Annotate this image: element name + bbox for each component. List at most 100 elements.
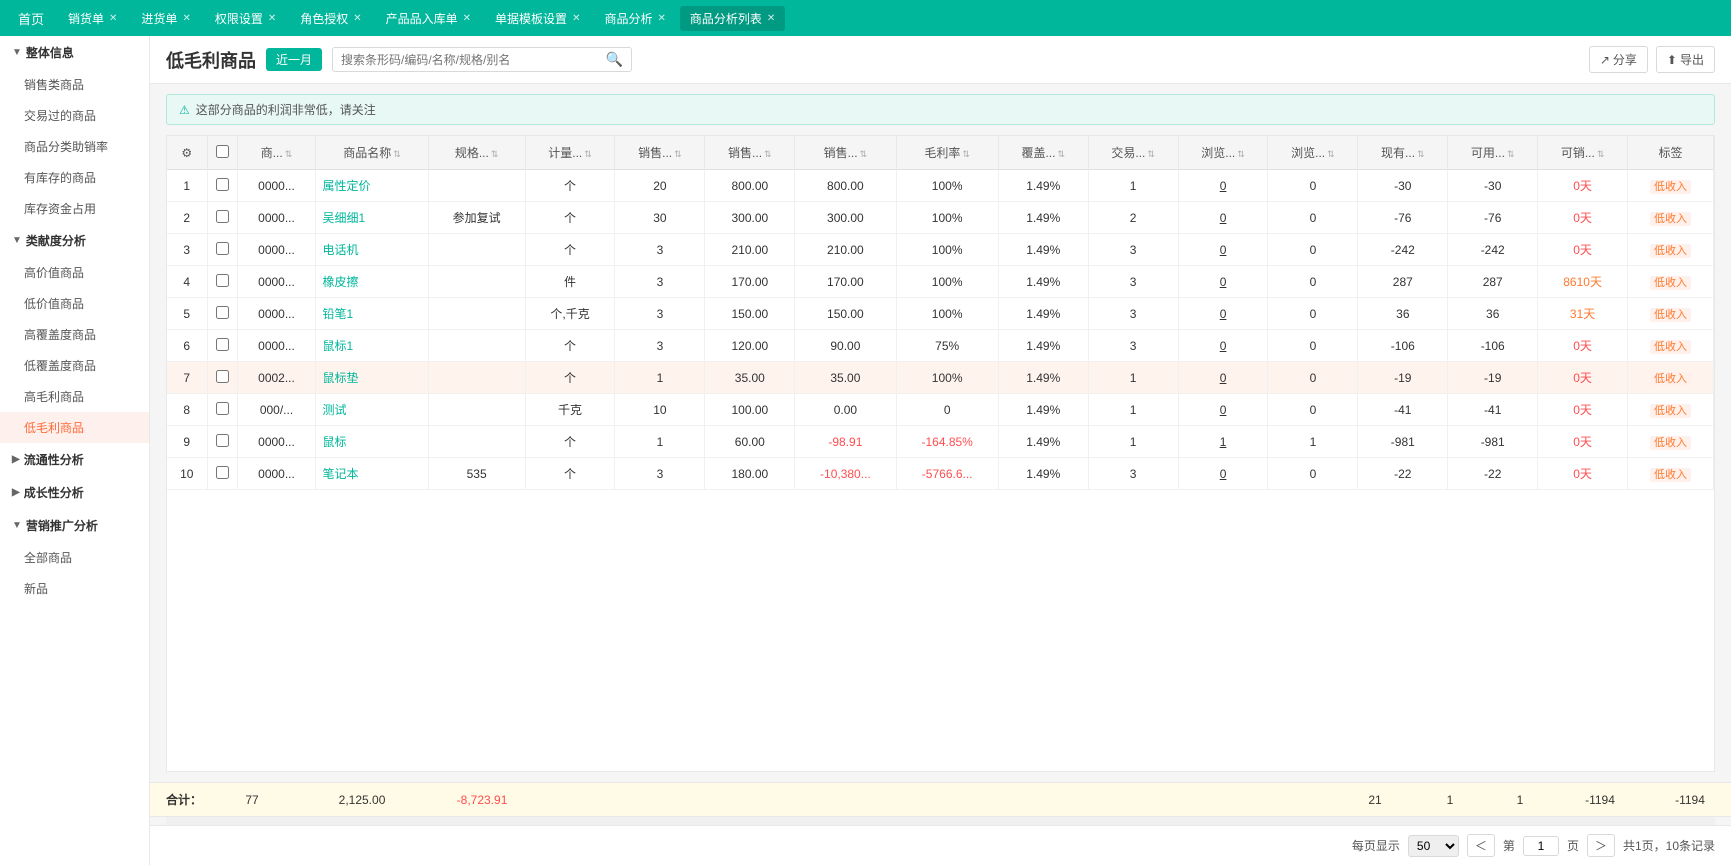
sidebar-item-capital-usage[interactable]: 库存资金占用 — [0, 193, 149, 224]
sort-current[interactable]: ⇅ — [1417, 149, 1425, 159]
view1-link[interactable]: 0 — [1220, 179, 1227, 193]
sidebar-item-high-value[interactable]: 高价值商品 — [0, 257, 149, 288]
view1-link[interactable]: 0 — [1220, 307, 1227, 321]
cell-view1[interactable]: 0 — [1178, 298, 1268, 330]
sidebar-item-high-gross[interactable]: 高毛利商品 — [0, 381, 149, 412]
horizontal-scrollbar[interactable] — [166, 817, 1715, 825]
sidebar-group-contribution[interactable]: ▼ 类献度分析 — [0, 224, 149, 257]
sidebar-item-stock-products[interactable]: 有库存的商品 — [0, 162, 149, 193]
sidebar-group-overall[interactable]: ▼ 整体信息 — [0, 36, 149, 69]
cell-check[interactable] — [207, 202, 237, 234]
th-view2[interactable]: 浏览...⇅ — [1268, 136, 1358, 170]
nav-role[interactable]: 角色授权 ✕ — [290, 6, 371, 31]
cell-view1[interactable]: 0 — [1178, 170, 1268, 202]
sort-unit[interactable]: ⇅ — [584, 149, 592, 159]
cell-check[interactable] — [207, 426, 237, 458]
row-checkbox[interactable] — [216, 178, 229, 191]
cell-name[interactable]: 橡皮擦 — [316, 266, 428, 298]
sort-sales-qty[interactable]: ⇅ — [674, 149, 682, 159]
search-input[interactable] — [341, 53, 606, 67]
cell-name[interactable]: 鼠标 — [316, 426, 428, 458]
sidebar-item-low-gross[interactable]: 低毛利商品 — [0, 412, 149, 443]
th-view1[interactable]: 浏览...⇅ — [1178, 136, 1268, 170]
nav-close-role[interactable]: ✕ — [353, 13, 361, 24]
nav-close-product-analysis-list[interactable]: ✕ — [767, 13, 775, 24]
next-page-button[interactable]: ＞ — [1587, 834, 1615, 857]
nav-product-analysis[interactable]: 商品分析 ✕ — [594, 6, 675, 31]
sort-spec[interactable]: ⇅ — [491, 149, 499, 159]
th-spec[interactable]: 规格...⇅ — [428, 136, 525, 170]
th-cover-rate[interactable]: 覆盖...⇅ — [998, 136, 1088, 170]
share-button[interactable]: ↗ 分享 — [1589, 46, 1648, 73]
row-checkbox[interactable] — [216, 402, 229, 415]
cell-name[interactable]: 笔记本 — [316, 458, 428, 490]
cell-check[interactable] — [207, 234, 237, 266]
row-checkbox[interactable] — [216, 370, 229, 383]
sort-code[interactable]: ⇅ — [285, 149, 293, 159]
sort-view1[interactable]: ⇅ — [1237, 149, 1245, 159]
filter-button[interactable]: 近一月 — [266, 48, 322, 71]
nav-close-permission[interactable]: ✕ — [268, 13, 276, 24]
sidebar-item-sales-products[interactable]: 销售类商品 — [0, 69, 149, 100]
sidebar-group-marketing[interactable]: ▼ 营销推广分析 — [0, 509, 149, 542]
sidebar-group-liquidity[interactable]: ▶ 流通性分析 — [0, 443, 149, 476]
row-checkbox[interactable] — [216, 434, 229, 447]
page-input[interactable] — [1523, 836, 1559, 856]
row-checkbox[interactable] — [216, 210, 229, 223]
sidebar-item-high-coverage[interactable]: 高覆盖度商品 — [0, 319, 149, 350]
th-available[interactable]: 可用...⇅ — [1448, 136, 1538, 170]
view1-link[interactable]: 0 — [1220, 211, 1227, 225]
sidebar-item-category-rate[interactable]: 商品分类助销率 — [0, 131, 149, 162]
cell-view1[interactable]: 0 — [1178, 202, 1268, 234]
nav-product-analysis-list[interactable]: 商品分析列表 ✕ — [680, 6, 785, 31]
th-gross-rate[interactable]: 毛利率⇅ — [896, 136, 998, 170]
th-settings[interactable]: ⚙ — [167, 136, 207, 170]
th-sales-qty[interactable]: 销售...⇅ — [615, 136, 705, 170]
cell-name[interactable]: 吴细细1 — [316, 202, 428, 234]
sidebar-item-low-coverage[interactable]: 低覆盖度商品 — [0, 350, 149, 381]
cell-view1[interactable]: 0 — [1178, 234, 1268, 266]
row-checkbox[interactable] — [216, 274, 229, 287]
cell-name[interactable]: 电话机 — [316, 234, 428, 266]
cell-view1[interactable]: 0 — [1178, 266, 1268, 298]
sort-available[interactable]: ⇅ — [1507, 149, 1515, 159]
sort-trade[interactable]: ⇅ — [1147, 149, 1155, 159]
th-trade[interactable]: 交易...⇅ — [1088, 136, 1178, 170]
cell-view1[interactable]: 0 — [1178, 330, 1268, 362]
sidebar-item-low-value[interactable]: 低价值商品 — [0, 288, 149, 319]
view1-link[interactable]: 0 — [1220, 275, 1227, 289]
nav-close-template[interactable]: ✕ — [572, 13, 580, 24]
cell-name[interactable]: 属性定价 — [316, 170, 428, 202]
row-checkbox[interactable] — [216, 306, 229, 319]
sort-name[interactable]: ⇅ — [393, 149, 401, 159]
nav-close-product-inbound[interactable]: ✕ — [463, 13, 471, 24]
th-unit[interactable]: 计量...⇅ — [525, 136, 615, 170]
cell-check[interactable] — [207, 170, 237, 202]
sort-cover-rate[interactable]: ⇅ — [1057, 149, 1065, 159]
nav-sales[interactable]: 销货单 ✕ — [58, 6, 127, 31]
th-sales-profit[interactable]: 销售...⇅ — [795, 136, 896, 170]
view1-link[interactable]: 0 — [1220, 339, 1227, 353]
export-button[interactable]: ⬆ 导出 — [1656, 46, 1715, 73]
cell-check[interactable] — [207, 298, 237, 330]
row-checkbox[interactable] — [216, 466, 229, 479]
view1-link[interactable]: 1 — [1220, 435, 1227, 449]
cell-view1[interactable]: 0 — [1178, 362, 1268, 394]
th-saleable[interactable]: 可销...⇅ — [1538, 136, 1628, 170]
cell-name[interactable]: 铅笔1 — [316, 298, 428, 330]
cell-name[interactable]: 鼠标垫 — [316, 362, 428, 394]
view1-link[interactable]: 0 — [1220, 403, 1227, 417]
th-sales-price[interactable]: 销售...⇅ — [705, 136, 795, 170]
cell-check[interactable] — [207, 266, 237, 298]
search-icon[interactable]: 🔍 — [606, 51, 623, 68]
row-checkbox[interactable] — [216, 338, 229, 351]
nav-permission[interactable]: 权限设置 ✕ — [205, 6, 286, 31]
cell-view1[interactable]: 1 — [1178, 426, 1268, 458]
nav-close-purchase[interactable]: ✕ — [182, 13, 190, 24]
select-all-checkbox[interactable] — [216, 145, 229, 158]
cell-view1[interactable]: 0 — [1178, 458, 1268, 490]
cell-check[interactable] — [207, 394, 237, 426]
sort-gross-rate[interactable]: ⇅ — [962, 149, 970, 159]
sidebar-item-traded-products[interactable]: 交易过的商品 — [0, 100, 149, 131]
sort-view2[interactable]: ⇅ — [1327, 149, 1335, 159]
